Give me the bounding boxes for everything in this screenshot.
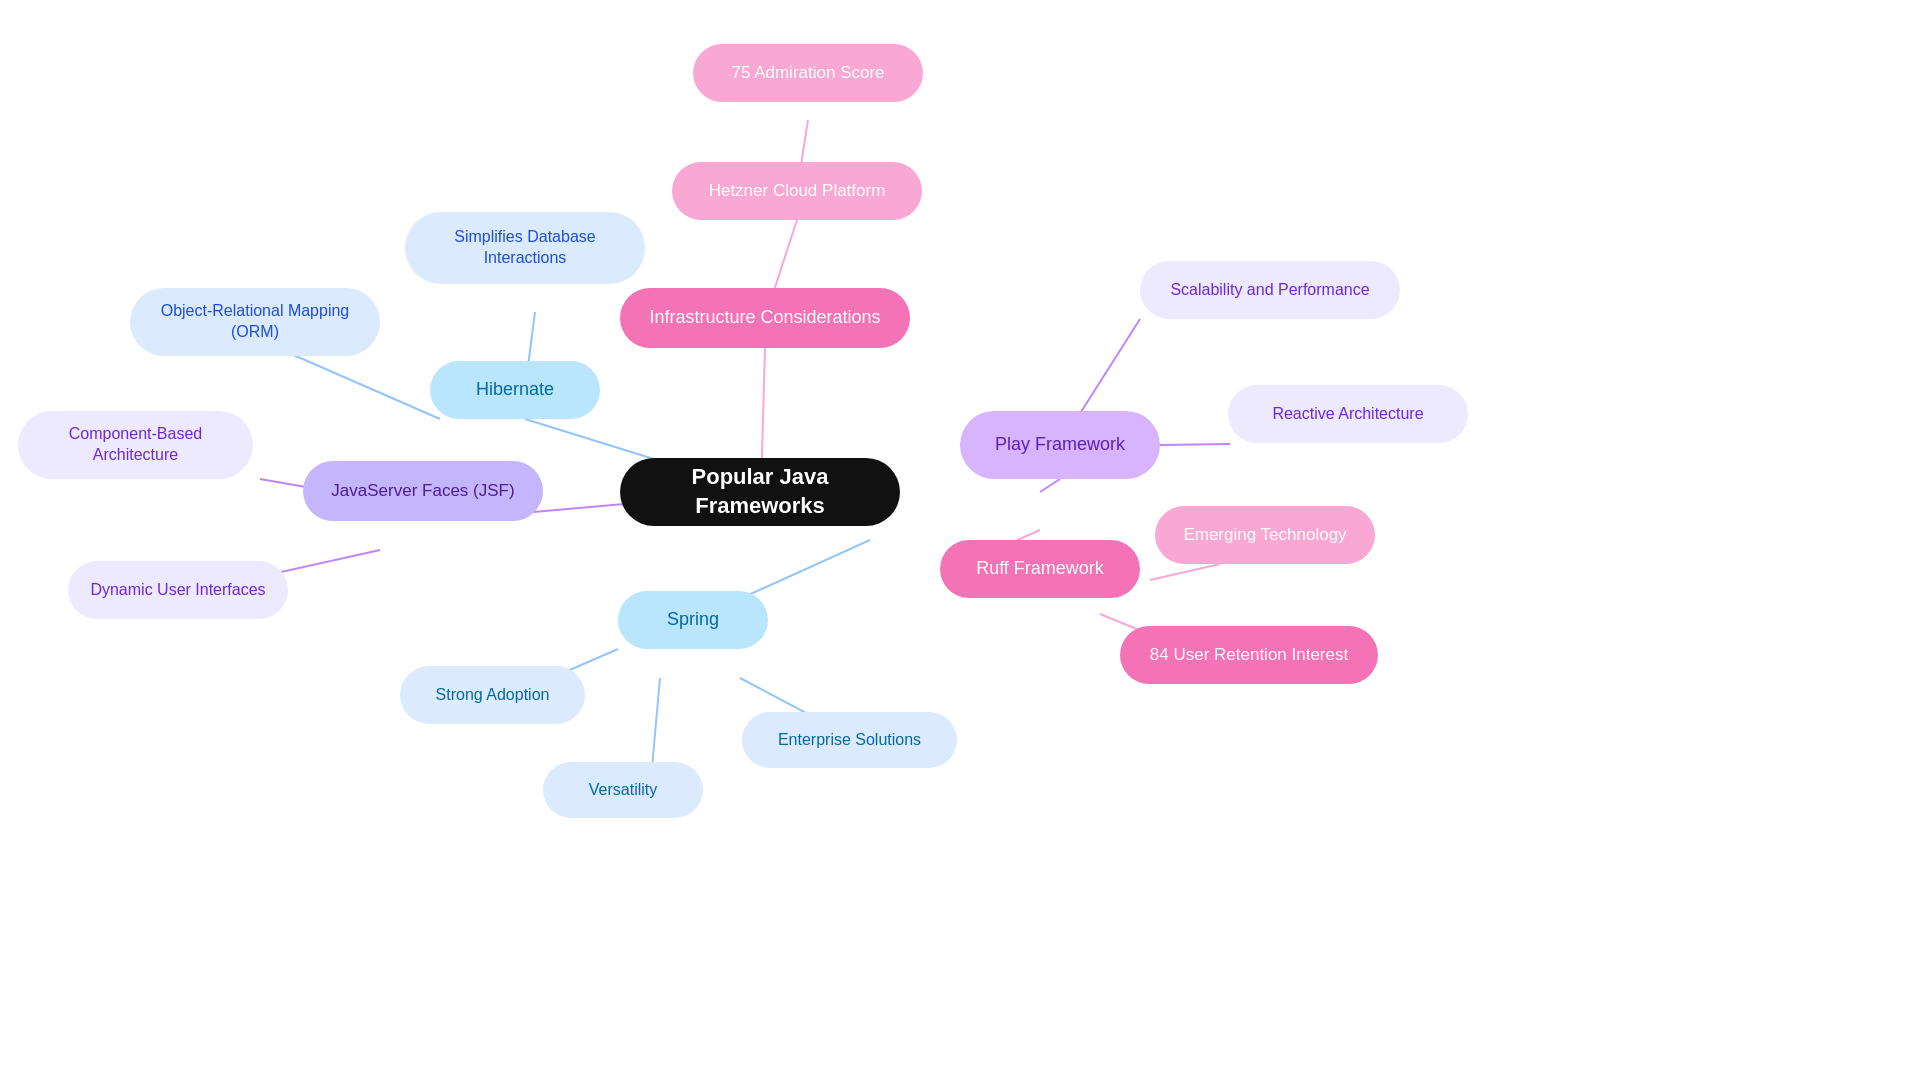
simplifies-label: Simplifies Database Interactions [427,227,623,269]
scalability-node: Scalability and Performance [1140,261,1400,319]
orm-node: Object-Relational Mapping (ORM) [130,288,380,356]
component-node: Component-Based Architecture [18,411,253,479]
user-retention-node: 84 User Retention Interest [1120,626,1378,684]
component-label: Component-Based Architecture [40,424,231,466]
svg-line-13 [1040,479,1060,492]
user-retention-label: 84 User Retention Interest [1150,644,1348,666]
dynamic-label: Dynamic User Interfaces [90,580,265,601]
hibernate-label: Hibernate [476,378,554,401]
ruff-framework-label: Ruff Framework [976,557,1104,580]
play-framework-label: Play Framework [995,433,1125,456]
versatility-node: Versatility [543,762,703,818]
enterprise-label: Enterprise Solutions [778,730,921,751]
versatility-label: Versatility [589,780,657,801]
emerging-tech-node: Emerging Technology [1155,506,1375,564]
jsf-label: JavaServer Faces (JSF) [331,480,514,502]
strong-adoption-label: Strong Adoption [436,685,550,706]
ruff-framework-node: Ruff Framework [940,540,1140,598]
hibernate-node: Hibernate [430,361,600,419]
svg-line-15 [1160,444,1230,445]
spring-node: Spring [618,591,768,649]
infrastructure-node: Infrastructure Considerations [620,288,910,348]
reactive-arch-node: Reactive Architecture [1228,385,1468,443]
svg-line-17 [1150,564,1220,580]
jsf-node: JavaServer Faces (JSF) [303,461,543,521]
hetzner-label: Hetzner Cloud Platform [709,180,886,202]
dynamic-node: Dynamic User Interfaces [68,561,288,619]
infrastructure-label: Infrastructure Considerations [649,306,880,329]
scalability-label: Scalability and Performance [1170,280,1369,301]
emerging-tech-label: Emerging Technology [1183,524,1346,546]
reactive-arch-label: Reactive Architecture [1272,404,1423,425]
simplifies-node: Simplifies Database Interactions [405,212,645,284]
svg-line-5 [273,346,440,419]
spring-label: Spring [667,608,719,631]
center-node: Popular Java Frameworks [620,458,900,526]
orm-label: Object-Relational Mapping (ORM) [152,301,358,343]
admiration-node: 75 Admiration Score [693,44,923,102]
play-framework-node: Play Framework [960,411,1160,479]
hetzner-node: Hetzner Cloud Platform [672,162,922,220]
admiration-label: 75 Admiration Score [731,62,884,84]
enterprise-node: Enterprise Solutions [742,712,957,768]
strong-adoption-node: Strong Adoption [400,666,585,724]
center-label: Popular Java Frameworks [642,463,878,520]
